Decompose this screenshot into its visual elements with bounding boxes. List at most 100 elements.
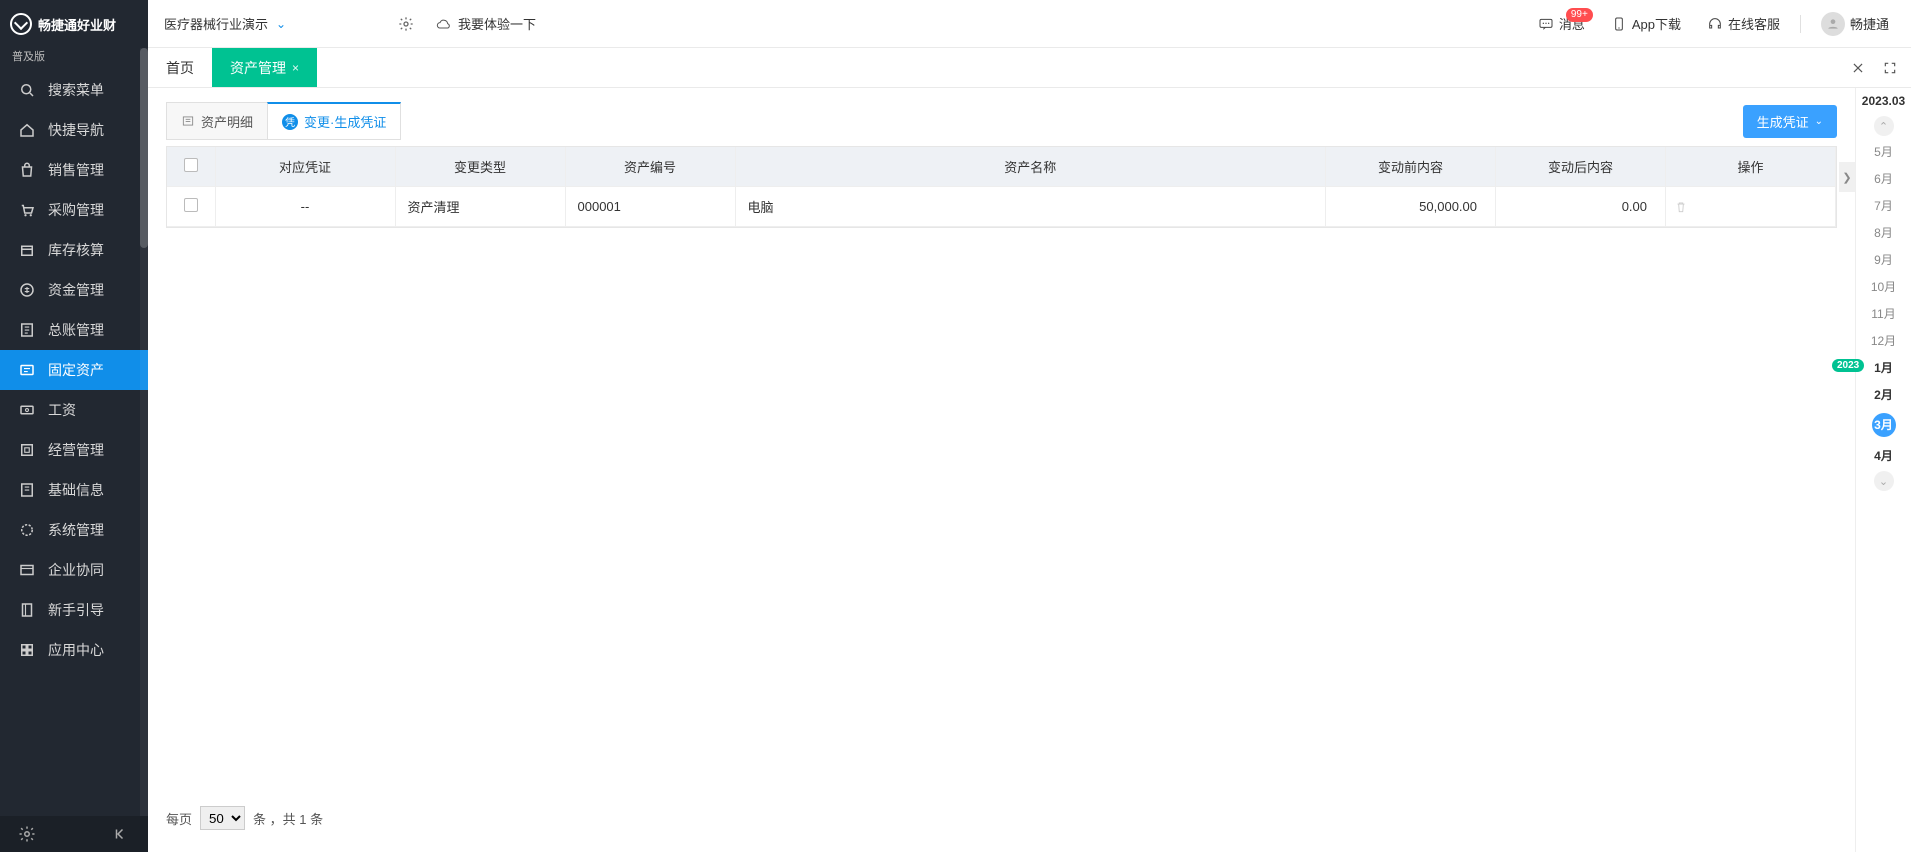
checkbox-icon[interactable] bbox=[184, 158, 198, 172]
per-page-prefix: 每页 bbox=[166, 809, 192, 828]
cell-voucher: -- bbox=[215, 187, 395, 227]
bag-icon bbox=[18, 161, 36, 179]
col-after[interactable]: 变动后内容 bbox=[1496, 147, 1666, 187]
messages-button[interactable]: 消息 99+ bbox=[1532, 14, 1591, 33]
select-all-header[interactable] bbox=[167, 147, 215, 187]
ledger-icon bbox=[18, 321, 36, 339]
month-option[interactable]: 8月 bbox=[1871, 219, 1896, 246]
guide-icon bbox=[18, 601, 36, 619]
sidebar-menu: 搜索菜单快捷导航销售管理采购管理库存核算资金管理总账管理固定资产工资经营管理基础… bbox=[0, 70, 148, 816]
sidebar-item-label: 新手引导 bbox=[48, 600, 104, 620]
sidebar-item-ledger[interactable]: 总账管理 bbox=[0, 310, 148, 350]
cell-action bbox=[1666, 187, 1836, 227]
avatar-icon bbox=[1821, 12, 1845, 36]
month-option[interactable]: 4月 bbox=[1856, 442, 1911, 469]
collapse-sidebar-icon[interactable] bbox=[112, 825, 130, 843]
sidebar-item-bag[interactable]: 销售管理 bbox=[0, 150, 148, 190]
trial-link[interactable]: 我要体验一下 bbox=[436, 14, 536, 33]
month-option[interactable]: 9月 bbox=[1871, 246, 1896, 273]
month-option[interactable]: 7月 bbox=[1871, 192, 1896, 219]
year-badge: 2023 bbox=[1832, 359, 1864, 372]
org-settings-icon[interactable] bbox=[398, 16, 414, 32]
col-asset-no[interactable]: 资产编号 bbox=[565, 147, 735, 187]
cell-after: 0.00 bbox=[1496, 187, 1666, 227]
settings-icon[interactable] bbox=[18, 825, 36, 843]
col-before[interactable]: 变动前内容 bbox=[1326, 147, 1496, 187]
sys-icon bbox=[18, 521, 36, 539]
user-name: 畅捷通 bbox=[1850, 14, 1889, 33]
sidebar-scrollbar[interactable] bbox=[140, 48, 148, 816]
support-label: 在线客服 bbox=[1728, 14, 1780, 33]
month-option[interactable]: 1月2023 bbox=[1856, 354, 1911, 381]
delete-icon[interactable] bbox=[1674, 200, 1827, 214]
edition-label: 普及版 bbox=[0, 48, 148, 70]
month-option[interactable]: 2月 bbox=[1856, 381, 1911, 408]
sidebar-item-asset[interactable]: 固定资产 bbox=[0, 350, 148, 390]
month-option[interactable]: 6月 bbox=[1871, 165, 1896, 192]
sidebar-item-info[interactable]: 基础信息 bbox=[0, 470, 148, 510]
brand-name: 畅捷通好业财 bbox=[38, 15, 116, 34]
sidebar-item-label: 企业协同 bbox=[48, 560, 104, 580]
month-option[interactable]: 5月 bbox=[1871, 138, 1896, 165]
sidebar-item-guide[interactable]: 新手引导 bbox=[0, 590, 148, 630]
col-asset-name[interactable]: 资产名称 bbox=[735, 147, 1326, 187]
cell-before: 50,000.00 bbox=[1326, 187, 1496, 227]
apps-icon bbox=[18, 641, 36, 659]
sidebar: 畅捷通好业财 普及版 搜索菜单快捷导航销售管理采购管理库存核算资金管理总账管理固… bbox=[0, 0, 148, 852]
brand-logo-icon bbox=[10, 13, 32, 35]
sidebar-item-coin[interactable]: 资金管理 bbox=[0, 270, 148, 310]
sidebar-item-label: 应用中心 bbox=[48, 640, 104, 660]
search-icon bbox=[18, 81, 36, 99]
trial-label: 我要体验一下 bbox=[458, 14, 536, 33]
support-button[interactable]: 在线客服 bbox=[1701, 14, 1786, 33]
checkbox-icon[interactable] bbox=[184, 198, 198, 212]
month-option[interactable]: 10月 bbox=[1871, 273, 1896, 300]
pagination-suffix: 条 ，共 1 条 bbox=[253, 809, 323, 828]
table-row[interactable]: --资产清理000001电脑50,000.000.00 bbox=[167, 187, 1836, 227]
sidebar-footer bbox=[0, 816, 148, 852]
col-action[interactable]: 操作 bbox=[1666, 147, 1836, 187]
page-tab[interactable]: 首页 bbox=[148, 48, 212, 87]
sidebar-item-sys[interactable]: 系统管理 bbox=[0, 510, 148, 550]
app-download-button[interactable]: App下载 bbox=[1605, 14, 1687, 33]
topbar: 医疗器械行业演示 ⌄ 我要体验一下 消息 99+ App下载 bbox=[148, 0, 1911, 48]
sidebar-item-apps[interactable]: 应用中心 bbox=[0, 630, 148, 670]
sidebar-item-search[interactable]: 搜索菜单 bbox=[0, 70, 148, 110]
month-option[interactable]: 12月 bbox=[1871, 327, 1896, 354]
sidebar-item-biz[interactable]: 经营管理 bbox=[0, 430, 148, 470]
sidebar-item-cart[interactable]: 采购管理 bbox=[0, 190, 148, 230]
col-voucher[interactable]: 对应凭证 bbox=[215, 147, 395, 187]
org-selector[interactable]: 医疗器械行业演示 ⌄ bbox=[164, 14, 384, 33]
per-page-select[interactable]: 50 bbox=[200, 806, 245, 830]
topbar-divider bbox=[1800, 15, 1801, 33]
close-all-tabs-icon[interactable] bbox=[1849, 59, 1867, 77]
sidebar-item-label: 采购管理 bbox=[48, 200, 104, 220]
month-option-current[interactable]: 3月 bbox=[1856, 408, 1911, 442]
subtab[interactable]: 资产明细 bbox=[166, 102, 268, 140]
pagination: 每页 50 条 ，共 1 条 bbox=[166, 794, 1837, 842]
sidebar-item-box[interactable]: 库存核算 bbox=[0, 230, 148, 270]
sidebar-item-collab[interactable]: 企业协同 bbox=[0, 550, 148, 590]
list-icon bbox=[181, 114, 195, 128]
info-icon bbox=[18, 481, 36, 499]
row-select[interactable] bbox=[167, 187, 215, 227]
month-option[interactable]: 11月 bbox=[1871, 300, 1896, 327]
sidebar-item-label: 销售管理 bbox=[48, 160, 104, 180]
asset-table: 对应凭证 变更类型 资产编号 资产名称 变动前内容 变动后内容 操作 --资产清… bbox=[166, 146, 1837, 228]
sidebar-item-pay[interactable]: 工资 bbox=[0, 390, 148, 430]
expand-columns-icon[interactable]: ❯ bbox=[1839, 162, 1855, 192]
col-change-type[interactable]: 变更类型 bbox=[395, 147, 565, 187]
page-tab[interactable]: 资产管理 × bbox=[212, 48, 317, 87]
sidebar-item-home[interactable]: 快捷导航 bbox=[0, 110, 148, 150]
subtab[interactable]: 凭变更·生成凭证 bbox=[267, 102, 401, 140]
month-up-icon[interactable]: ⌃ bbox=[1874, 116, 1894, 136]
sidebar-item-label: 系统管理 bbox=[48, 520, 104, 540]
fullscreen-icon[interactable] bbox=[1881, 59, 1899, 77]
user-menu[interactable]: 畅捷通 bbox=[1815, 12, 1895, 36]
month-down-icon[interactable]: ⌄ bbox=[1874, 471, 1894, 491]
subtabs: 资产明细凭变更·生成凭证 bbox=[166, 102, 400, 140]
close-tab-icon[interactable]: × bbox=[292, 61, 299, 75]
page-tab-label: 资产管理 bbox=[230, 58, 286, 78]
brand-area: 畅捷通好业财 bbox=[0, 0, 148, 48]
generate-voucher-button[interactable]: 生成凭证 ⌄ bbox=[1743, 105, 1837, 138]
